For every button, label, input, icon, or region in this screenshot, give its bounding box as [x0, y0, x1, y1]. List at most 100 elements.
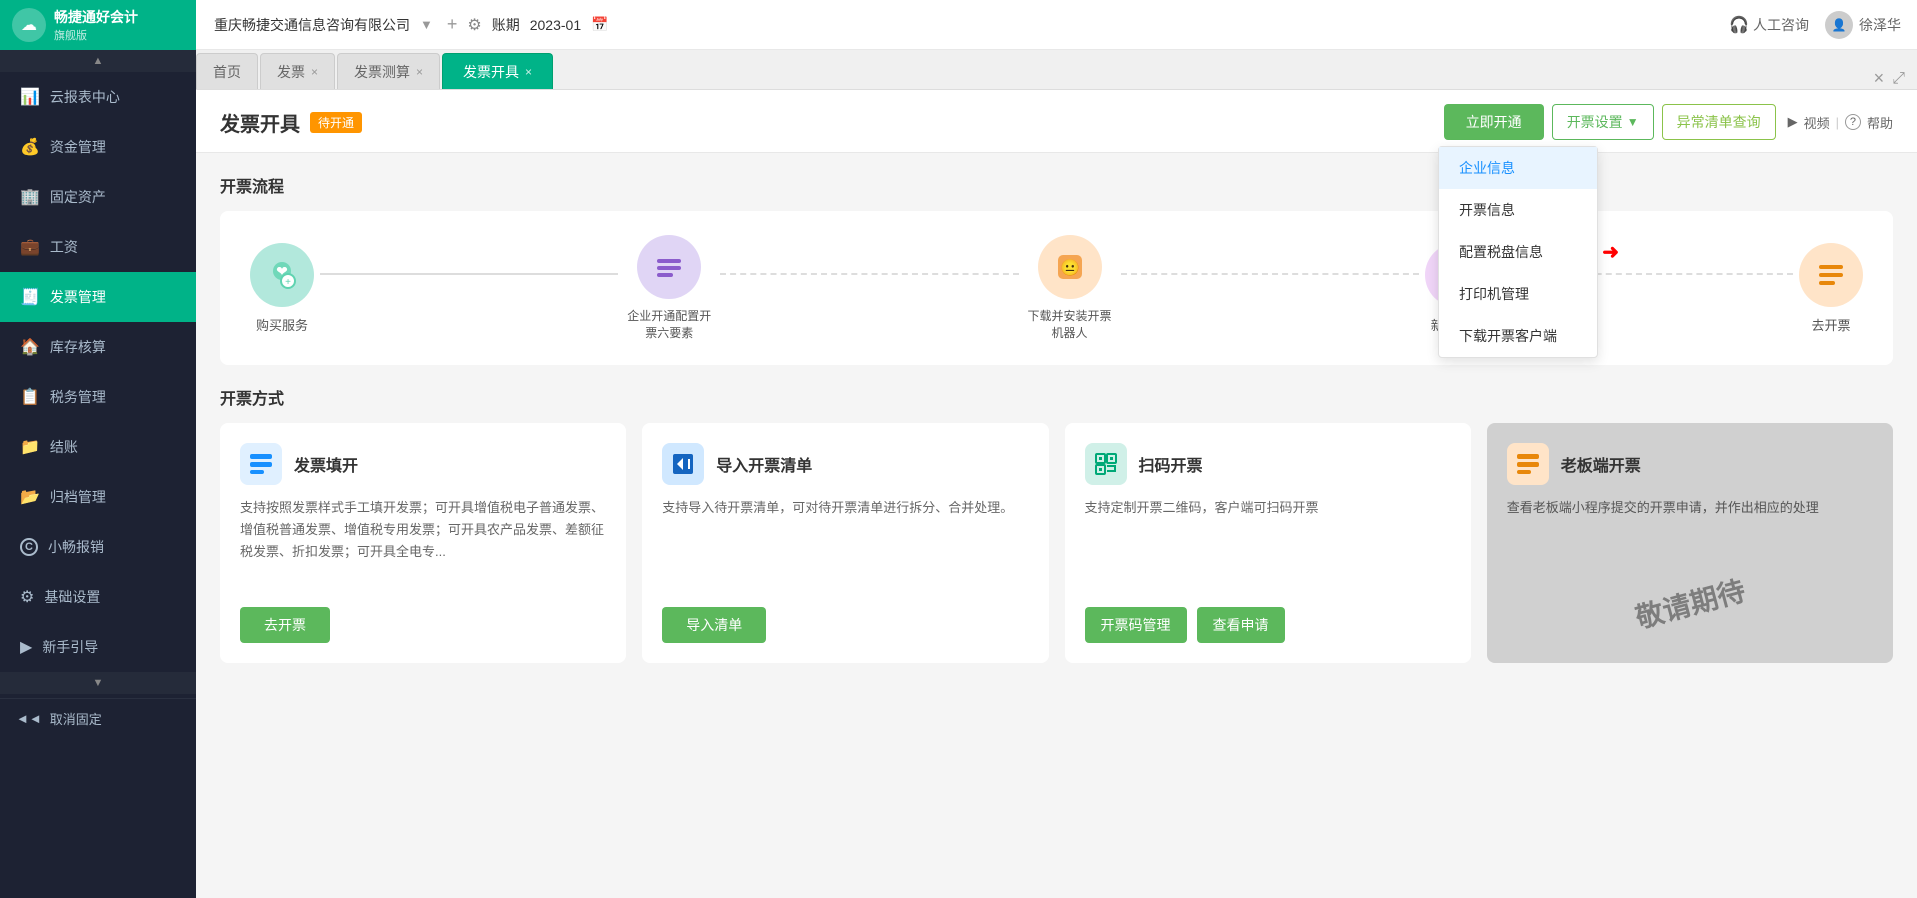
- sidebar-scroll-up[interactable]: ▲: [0, 50, 196, 72]
- import-list-button[interactable]: 导入清单: [662, 607, 766, 643]
- help-label: 帮助: [1867, 113, 1893, 132]
- basic-settings-icon: ⚙: [20, 587, 34, 607]
- logo-badge: 旗舰版: [54, 27, 138, 43]
- settings-icon[interactable]: ⚙: [467, 15, 481, 35]
- sidebar-item-label: 基础设置: [44, 587, 100, 607]
- step-go-invoice-label: 去开票: [1811, 315, 1850, 334]
- sidebar-item-salary[interactable]: 💼 工资: [0, 222, 196, 272]
- sidebar-cancel-fixed[interactable]: ◄◄ 取消固定: [0, 698, 196, 738]
- sidebar-item-settlement[interactable]: 📁 结账: [0, 422, 196, 472]
- scan-invoice-view-button[interactable]: 查看申请: [1197, 607, 1285, 643]
- method-header-boss: 老板端开票: [1507, 443, 1873, 485]
- tab-bar: 首页 发票 × 发票测算 × 发票开具 × × ⤢: [196, 50, 1917, 90]
- dropdown-item-tax-config[interactable]: 配置税盘信息: [1439, 231, 1597, 273]
- tab-invoice[interactable]: 发票 ×: [260, 53, 335, 89]
- process-section-title: 开票流程: [220, 173, 1893, 197]
- sidebar-item-fixed-assets[interactable]: 🏢 固定资产: [0, 172, 196, 222]
- settlement-icon: 📁: [20, 437, 40, 457]
- sidebar-item-xiaochang[interactable]: C 小畅报销: [0, 522, 196, 572]
- user-info[interactable]: 👤 徐泽华: [1825, 11, 1901, 39]
- cloud-report-icon: 📊: [20, 87, 40, 107]
- sidebar-item-label: 工资: [50, 237, 78, 257]
- header-actions: 立即开通 开票设置 ▼ 异常清单查询 ▶ 视频 | ? 帮助 企业信息: [1444, 104, 1893, 140]
- fill-invoice-desc: 支持按照发票样式手工填开发票；可开具增值税电子普通发票、增值税普通发票、增值税专…: [240, 497, 606, 563]
- tab-invoice-calc-close[interactable]: ×: [416, 65, 423, 79]
- sidebar-item-label: 结账: [50, 437, 78, 457]
- tab-home[interactable]: 首页: [196, 53, 258, 89]
- connector-2: [720, 273, 1018, 275]
- sidebar-item-new-guide[interactable]: ▶ 新手引导: [0, 622, 196, 672]
- dropdown-item-printer-mgmt[interactable]: 打印机管理: [1439, 273, 1597, 315]
- sidebar-item-invoice-mgmt[interactable]: 🧾 发票管理: [0, 272, 196, 322]
- company-dropdown-icon[interactable]: ▼: [420, 17, 433, 32]
- logo-icon: ☁: [12, 8, 46, 42]
- connector-3: [1121, 273, 1419, 275]
- scan-invoice-code-button[interactable]: 开票码管理: [1085, 607, 1187, 643]
- fund-mgmt-icon: 💰: [20, 137, 40, 157]
- help-links[interactable]: ▶ 视频 | ? 帮助: [1788, 113, 1893, 132]
- boss-invoice-title: 老板端开票: [1561, 452, 1641, 476]
- sidebar-item-basic-settings[interactable]: ⚙ 基础设置: [0, 572, 196, 622]
- top-bar: ☁ 畅捷通好会计 旗舰版 重庆畅捷交通信息咨询有限公司 ▼ + ⚙ 账期 202…: [0, 0, 1917, 50]
- account-period-label: 账期: [492, 15, 520, 35]
- activate-button[interactable]: 立即开通: [1444, 104, 1544, 140]
- window-maximize-icon[interactable]: ⤢: [1892, 70, 1905, 88]
- fill-invoice-title: 发票填开: [294, 452, 358, 476]
- page-title-area: 发票开具 待开通: [220, 108, 362, 137]
- settings-dropdown: 企业信息 ➜ 开票信息 配置税盘信息 打印机管理 下载开票客户端: [1438, 146, 1598, 358]
- methods-section-title: 开票方式: [220, 385, 1893, 409]
- tab-invoice-open[interactable]: 发票开具 ×: [442, 53, 553, 89]
- company-name: 重庆畅捷交通信息咨询有限公司: [214, 15, 410, 35]
- step-download-install: 😐 下载并安装开票机器人: [1025, 235, 1115, 341]
- support-link[interactable]: 🎧 人工咨询: [1729, 15, 1809, 35]
- sidebar-item-label: 云报表中心: [50, 87, 120, 107]
- sidebar-bottom-label: 取消固定: [50, 709, 102, 728]
- fixed-assets-icon: 🏢: [20, 187, 40, 207]
- support-label: 人工咨询: [1753, 15, 1809, 35]
- content-header: 发票开具 待开通 立即开通 开票设置 ▼ 异常清单查询 ▶ 视频 | ? 帮助: [196, 90, 1917, 153]
- sidebar-item-label: 小畅报销: [48, 537, 104, 557]
- sidebar-item-cloud-report[interactable]: 📊 云报表中心: [0, 72, 196, 122]
- tab-invoice-open-close[interactable]: ×: [525, 65, 532, 79]
- step-config-company-icon: [637, 235, 701, 299]
- tab-invoice-calc[interactable]: 发票测算 ×: [337, 53, 440, 89]
- right-panel: 首页 发票 × 发票测算 × 发票开具 × × ⤢ 发票开具 待开通: [196, 50, 1917, 898]
- dropdown-company-info-label: 企业信息: [1459, 158, 1515, 178]
- fill-invoice-button[interactable]: 去开票: [240, 607, 330, 643]
- step-download-install-label: 下载并安装开票机器人: [1025, 307, 1115, 341]
- sidebar-item-fund-mgmt[interactable]: 💰 资金管理: [0, 122, 196, 172]
- tab-invoice-calc-label: 发票测算: [354, 62, 410, 82]
- dropdown-item-download-client[interactable]: 下载开票客户端: [1439, 315, 1597, 357]
- tab-invoice-close[interactable]: ×: [311, 65, 318, 79]
- settings-button[interactable]: 开票设置 ▼: [1552, 104, 1654, 140]
- dropdown-item-company-info[interactable]: 企业信息 ➜: [1439, 147, 1597, 189]
- abnormal-button[interactable]: 异常清单查询: [1662, 104, 1776, 140]
- window-controls: × ⤢: [1862, 68, 1917, 89]
- sidebar-item-label: 税务管理: [50, 387, 106, 407]
- connector-1: [320, 273, 618, 275]
- sidebar-item-label: 新手引导: [42, 637, 98, 657]
- sidebar-scroll-down[interactable]: ▼: [0, 672, 196, 694]
- boss-invoice-desc: 查看老板端小程序提交的开票申请，并作出相应的处理: [1507, 497, 1873, 519]
- method-card-boss-invoice: 老板端开票 查看老板端小程序提交的开票申请，并作出相应的处理 敬请期待: [1487, 423, 1893, 663]
- scan-invoice-buttons: 开票码管理 查看申请: [1085, 607, 1285, 643]
- sidebar-item-label: 固定资产: [50, 187, 106, 207]
- tab-home-label: 首页: [213, 62, 241, 82]
- svg-text:+: +: [285, 277, 291, 288]
- sidebar-item-tax-mgmt[interactable]: 📋 税务管理: [0, 372, 196, 422]
- dropdown-item-invoice-info[interactable]: 开票信息: [1439, 189, 1597, 231]
- tax-mgmt-icon: 📋: [20, 387, 40, 407]
- process-steps-container: ❤+ 购买服务 企业开通配置开票六要素: [220, 211, 1893, 365]
- add-company-icon[interactable]: +: [447, 14, 458, 35]
- user-name: 徐泽华: [1859, 15, 1901, 35]
- sidebar: ▲ 📊 云报表中心 💰 资金管理 🏢 固定资产 💼 工资 🧾 发票管理 🏠 库存…: [0, 50, 196, 898]
- method-card-import-list: 导入开票清单 支持导入待开票清单，可对待开票清单进行拆分、合并处理。 导入清单: [642, 423, 1048, 663]
- calendar-icon[interactable]: 📅: [591, 16, 608, 33]
- sidebar-item-archive-mgmt[interactable]: 📂 归档管理: [0, 472, 196, 522]
- status-badge: 待开通: [310, 112, 362, 133]
- import-list-desc: 支持导入待开票清单，可对待开票清单进行拆分、合并处理。: [662, 497, 1028, 519]
- window-close-icon[interactable]: ×: [1874, 68, 1885, 89]
- sidebar-item-inventory[interactable]: 🏠 库存核算: [0, 322, 196, 372]
- step-go-invoice: 去开票: [1799, 243, 1863, 334]
- method-card-fill-invoice: 发票填开 支持按照发票样式手工填开发票；可开具增值税电子普通发票、增值税普通发票…: [220, 423, 626, 663]
